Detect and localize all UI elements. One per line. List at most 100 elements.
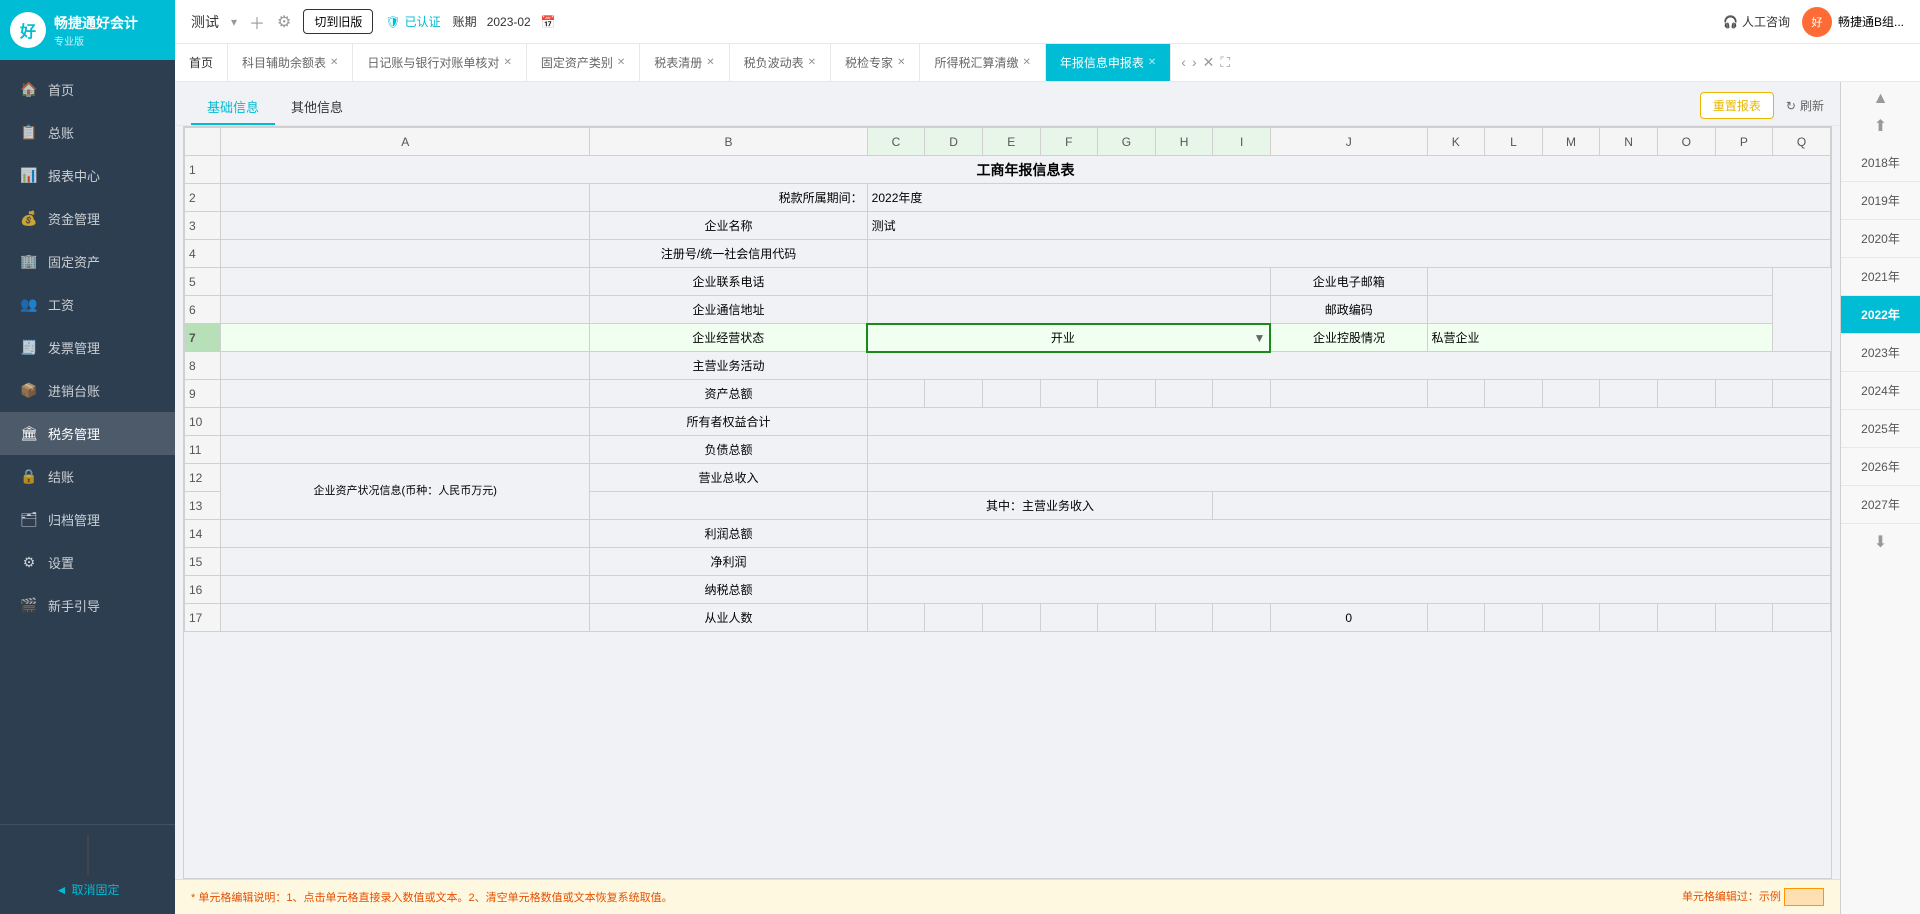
- cell-9o[interactable]: [1657, 380, 1715, 408]
- sidebar-item-finance[interactable]: 💰 资金管理: [0, 197, 175, 240]
- col-header-d[interactable]: D: [925, 128, 983, 156]
- sidebar-item-tax[interactable]: 🏛 税务管理: [0, 412, 175, 455]
- cell-15a[interactable]: [221, 548, 590, 576]
- tab-taxwave[interactable]: 税负波动表 ✕: [730, 44, 831, 81]
- sidebar-item-archive[interactable]: 🗂 归档管理: [0, 498, 175, 541]
- cell-12c[interactable]: [867, 464, 1830, 492]
- col-header-h[interactable]: H: [1155, 128, 1213, 156]
- cell-9k[interactable]: [1427, 380, 1485, 408]
- cell-14c[interactable]: [867, 520, 1830, 548]
- cell-17c[interactable]: [867, 604, 925, 632]
- cell-5a[interactable]: [221, 268, 590, 296]
- cell-3a[interactable]: [221, 212, 590, 240]
- cell-7c-dropdown[interactable]: 开业 ▼: [867, 324, 1270, 352]
- calendar-icon[interactable]: 📅: [541, 15, 556, 29]
- year-item-2022[interactable]: 2022年: [1841, 296, 1920, 334]
- cell-10c[interactable]: [867, 408, 1830, 436]
- year-item-2020[interactable]: 2020年: [1841, 220, 1920, 258]
- tab-journal[interactable]: 日记账与银行对账单核对 ✕: [353, 44, 526, 81]
- cell-9m[interactable]: [1542, 380, 1600, 408]
- sidebar-item-settings[interactable]: ⚙ 设置: [0, 541, 175, 584]
- year-item-2023[interactable]: 2023年: [1841, 334, 1920, 372]
- cell-7a[interactable]: [221, 324, 590, 352]
- title-cell[interactable]: 工商年报信息表: [221, 156, 1831, 184]
- tab-assets[interactable]: 固定资产类别 ✕: [527, 44, 640, 81]
- cell-17m[interactable]: [1542, 604, 1600, 632]
- sidebar-item-payroll[interactable]: 👥 工资: [0, 283, 175, 326]
- service-button[interactable]: 🎧 人工咨询: [1723, 13, 1790, 30]
- sidebar-item-inventory[interactable]: 📦 进销台账: [0, 369, 175, 412]
- cell-2a[interactable]: [221, 184, 590, 212]
- cell-17p[interactable]: [1715, 604, 1773, 632]
- cell-9q[interactable]: [1773, 380, 1831, 408]
- year-item-2026[interactable]: 2026年: [1841, 448, 1920, 486]
- cell-6k[interactable]: [1427, 296, 1773, 324]
- cell-16a[interactable]: [221, 576, 590, 604]
- cell-11c[interactable]: [867, 436, 1830, 464]
- cell-9c[interactable]: [867, 380, 925, 408]
- cell-8a[interactable]: [221, 352, 590, 380]
- tab-close-icon[interactable]: ✕: [897, 57, 905, 68]
- col-header-q[interactable]: Q: [1773, 128, 1831, 156]
- sidebar-item-home[interactable]: 🏠 首页: [0, 68, 175, 111]
- col-header-b[interactable]: B: [590, 128, 867, 156]
- cell-17l[interactable]: [1485, 604, 1543, 632]
- sidebar-item-assets[interactable]: 🏢 固定资产: [0, 240, 175, 283]
- tab-prev-button[interactable]: ‹: [1179, 52, 1188, 73]
- cell-17i[interactable]: [1213, 604, 1271, 632]
- cell-10a[interactable]: [221, 408, 590, 436]
- cell-14a[interactable]: [221, 520, 590, 548]
- year-scroll-up-icon[interactable]: ⬆: [1870, 112, 1891, 140]
- tab-annualreport[interactable]: 年报信息申报表 ✕: [1046, 44, 1171, 81]
- reset-report-button[interactable]: 重置报表: [1700, 92, 1774, 119]
- year-up-button[interactable]: ▲: [1869, 86, 1893, 112]
- tab-aux[interactable]: 科目辅助余额表 ✕: [228, 44, 353, 81]
- col-header-l[interactable]: L: [1485, 128, 1543, 156]
- col-header-g[interactable]: G: [1098, 128, 1156, 156]
- cell-9a[interactable]: [221, 380, 590, 408]
- cell-9j[interactable]: [1270, 380, 1427, 408]
- topbar-dropdown-arrow[interactable]: ▾: [231, 15, 237, 29]
- cell-9d[interactable]: [925, 380, 983, 408]
- cell-11a[interactable]: [221, 436, 590, 464]
- cell-9l[interactable]: [1485, 380, 1543, 408]
- cell-17q[interactable]: [1773, 604, 1831, 632]
- tab-close-icon[interactable]: ✕: [1148, 57, 1156, 68]
- switch-version-button[interactable]: 切到旧版: [303, 9, 373, 34]
- cell-16c[interactable]: [867, 576, 1830, 604]
- cell-17h[interactable]: [1155, 604, 1213, 632]
- col-header-m[interactable]: M: [1542, 128, 1600, 156]
- cell-6a[interactable]: [221, 296, 590, 324]
- cell-17e[interactable]: [982, 604, 1040, 632]
- topbar-settings-button[interactable]: ⚙: [277, 12, 291, 32]
- cell-9i[interactable]: [1213, 380, 1271, 408]
- col-header-k[interactable]: K: [1427, 128, 1485, 156]
- col-header-o[interactable]: O: [1657, 128, 1715, 156]
- cell-17j[interactable]: 0: [1270, 604, 1427, 632]
- tab-close-icon[interactable]: ✕: [330, 57, 338, 68]
- col-header-j[interactable]: J: [1270, 128, 1427, 156]
- sidebar-item-close[interactable]: 🔒 结账: [0, 455, 175, 498]
- spreadsheet-wrapper[interactable]: A B C D E F G H I J K L M: [183, 126, 1832, 879]
- cell-9e[interactable]: [982, 380, 1040, 408]
- cell-9f[interactable]: [1040, 380, 1098, 408]
- col-header-p[interactable]: P: [1715, 128, 1773, 156]
- refresh-button[interactable]: ↻ 刷新: [1786, 97, 1824, 114]
- tab-home[interactable]: 首页: [175, 44, 228, 81]
- cell-17k[interactable]: [1427, 604, 1485, 632]
- year-item-2021[interactable]: 2021年: [1841, 258, 1920, 296]
- cell-5c[interactable]: [867, 268, 1270, 296]
- year-item-2027[interactable]: 2027年: [1841, 486, 1920, 524]
- cell-13i[interactable]: [1213, 492, 1831, 520]
- cell-5k[interactable]: [1427, 268, 1773, 296]
- cell-9p[interactable]: [1715, 380, 1773, 408]
- cell-9g[interactable]: [1098, 380, 1156, 408]
- year-item-2018[interactable]: 2018年: [1841, 144, 1920, 182]
- cell-6c[interactable]: [867, 296, 1270, 324]
- cell-3c[interactable]: 测试: [867, 212, 1830, 240]
- tab-close-icon[interactable]: ✕: [1022, 57, 1030, 68]
- year-item-2024[interactable]: 2024年: [1841, 372, 1920, 410]
- tab-close-icon[interactable]: ✕: [706, 57, 714, 68]
- year-scroll-down-icon[interactable]: ⬇: [1870, 528, 1891, 556]
- year-item-2025[interactable]: 2025年: [1841, 410, 1920, 448]
